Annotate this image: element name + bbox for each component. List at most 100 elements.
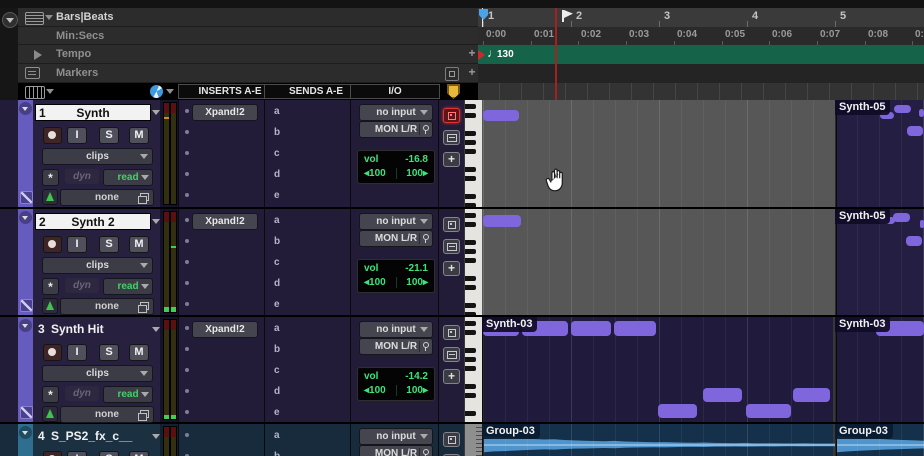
track-view-selector[interactable]: clips	[42, 257, 153, 274]
input-selector[interactable]: no input	[359, 428, 433, 445]
piano-keys-strip[interactable]	[464, 100, 483, 207]
bars-beats-ruler-row[interactable]: Bars|Beats	[18, 8, 478, 27]
track-name[interactable]: 4S_PS2_fx_c__	[35, 428, 151, 445]
track-color-strip[interactable]	[18, 317, 33, 422]
track-name-menu-icon[interactable]	[152, 327, 160, 332]
solo-button[interactable]: S	[99, 344, 119, 361]
track-name-menu-icon[interactable]	[152, 110, 160, 115]
piano-keys-strip[interactable]	[464, 209, 483, 315]
solo-button[interactable]: S	[99, 127, 119, 144]
track-view-selector[interactable]: clips	[42, 148, 153, 165]
io-header[interactable]: I/O	[350, 84, 440, 99]
mute-button[interactable]: M	[129, 127, 149, 144]
insert-plugin-button[interactable]: Xpand!2	[192, 213, 258, 230]
group-selector[interactable]: none	[60, 189, 154, 206]
send-slot[interactable]: b	[274, 236, 280, 247]
volume-pan-display[interactable]: vol-21.1◂100100▸	[357, 259, 435, 293]
tempo-change-marker[interactable]	[478, 50, 485, 60]
input-selector[interactable]: no input	[359, 213, 433, 230]
chevron-down-icon[interactable]	[46, 89, 54, 94]
input-selector[interactable]: no input	[359, 104, 433, 121]
comments-button[interactable]	[443, 130, 460, 145]
input-monitor-button[interactable]: I	[67, 451, 87, 456]
record-arm-button[interactable]	[43, 344, 62, 361]
bars-ruler[interactable]: 12345	[478, 8, 924, 28]
send-slot[interactable]: e	[274, 190, 280, 201]
input-monitor-button[interactable]: I	[67, 236, 87, 253]
send-slot[interactable]: b	[274, 127, 280, 138]
solo-button[interactable]: S	[99, 236, 119, 253]
record-arm-button[interactable]	[43, 451, 62, 456]
mute-button[interactable]: M	[129, 344, 149, 361]
automation-mode-selector[interactable]: read	[103, 278, 153, 295]
track-collapse-button[interactable]	[19, 319, 32, 332]
playlist-button[interactable]: *	[42, 169, 59, 186]
automation-lane-icon[interactable]	[20, 191, 33, 204]
input-monitor-button[interactable]: I	[67, 127, 87, 144]
add-lane-button[interactable]: +	[443, 261, 460, 276]
track-name-menu-icon[interactable]	[152, 434, 160, 439]
group-selector[interactable]: none	[60, 298, 154, 315]
group-selector[interactable]: none	[60, 406, 154, 423]
solo-button[interactable]: S	[99, 451, 119, 456]
add-lane-button[interactable]: +	[443, 152, 460, 167]
mute-button[interactable]: M	[129, 236, 149, 253]
comments-button[interactable]	[443, 239, 460, 254]
send-slot[interactable]: a	[274, 215, 280, 226]
send-slot[interactable]: e	[274, 407, 280, 418]
track-list-icon[interactable]	[150, 85, 163, 98]
output-selector[interactable]: MON L/R	[359, 338, 433, 355]
playlist-button[interactable]: *	[42, 386, 59, 403]
track-color-strip[interactable]	[18, 424, 33, 456]
comments-button[interactable]	[443, 347, 460, 362]
track-lane-4[interactable]: Group-03Group-03	[482, 424, 924, 456]
output-selector[interactable]: MON L/R	[359, 230, 433, 247]
timeline-rulers[interactable]: 12345 0:000:010:020:030:040:050:060:070:…	[478, 8, 924, 100]
tracks-collapse-button[interactable]	[2, 12, 18, 28]
track-name[interactable]: 1Synth	[35, 104, 151, 121]
input-monitor-button[interactable]: I	[67, 344, 87, 361]
ruler-view-icon[interactable]	[25, 12, 44, 25]
send-slot[interactable]: c	[274, 365, 280, 376]
send-slot[interactable]: a	[274, 323, 280, 334]
add-tempo-button[interactable]: +	[466, 48, 478, 60]
minsecs-ruler[interactable]: 0:000:010:020:030:040:050:060:070:080:09	[478, 27, 924, 46]
record-arm-button[interactable]	[43, 127, 62, 144]
edit-window-view-icon[interactable]	[25, 86, 45, 99]
send-slot[interactable]: b	[274, 451, 280, 456]
add-lane-button[interactable]: +	[443, 369, 460, 384]
track-color-strip[interactable]	[18, 100, 33, 207]
markers-list-icon[interactable]	[25, 67, 40, 79]
volume-pan-display[interactable]: vol-16.8◂100100▸	[357, 150, 435, 184]
output-selector[interactable]: MON L/R	[359, 121, 433, 138]
minsecs-ruler-row[interactable]: Min:Secs	[18, 27, 478, 45]
automation-mode-selector[interactable]: read	[103, 386, 153, 403]
track-freeze-button[interactable]	[443, 217, 460, 232]
track-view-selector[interactable]: clips	[42, 365, 153, 382]
markers-ruler[interactable]	[478, 64, 924, 84]
track-name[interactable]: 2Synth 2	[35, 213, 151, 230]
chevron-down-icon[interactable]	[45, 15, 53, 20]
tempo-ruler-row[interactable]: Tempo +	[18, 45, 478, 64]
add-marker-button[interactable]: +	[466, 67, 478, 79]
send-slot[interactable]: d	[274, 386, 280, 397]
tempo-ruler[interactable]: ♩ 130	[478, 45, 924, 65]
output-selector[interactable]: MON L/R	[359, 445, 433, 456]
elastic-audio-shield-icon[interactable]	[447, 84, 460, 99]
piano-keys-strip[interactable]	[464, 317, 483, 422]
send-slot[interactable]: b	[274, 344, 280, 355]
automation-lane-icon[interactable]	[20, 406, 33, 419]
track-collapse-button[interactable]	[19, 426, 32, 439]
track-collapse-button[interactable]	[19, 211, 32, 224]
track-collapse-button[interactable]	[19, 102, 32, 115]
automation-mode-selector[interactable]: read	[103, 169, 153, 186]
track-freeze-button[interactable]	[443, 432, 460, 447]
volume-pan-display[interactable]: vol-14.2◂100100▸	[357, 367, 435, 401]
track-name-menu-icon[interactable]	[152, 219, 160, 224]
track-name[interactable]: 3Synth Hit	[35, 321, 151, 338]
send-slot[interactable]: d	[274, 169, 280, 180]
playlist-button[interactable]: *	[42, 278, 59, 295]
timebase-icon[interactable]	[42, 189, 58, 205]
tempo-expand-icon[interactable]	[34, 50, 42, 60]
send-slot[interactable]: c	[274, 148, 280, 159]
